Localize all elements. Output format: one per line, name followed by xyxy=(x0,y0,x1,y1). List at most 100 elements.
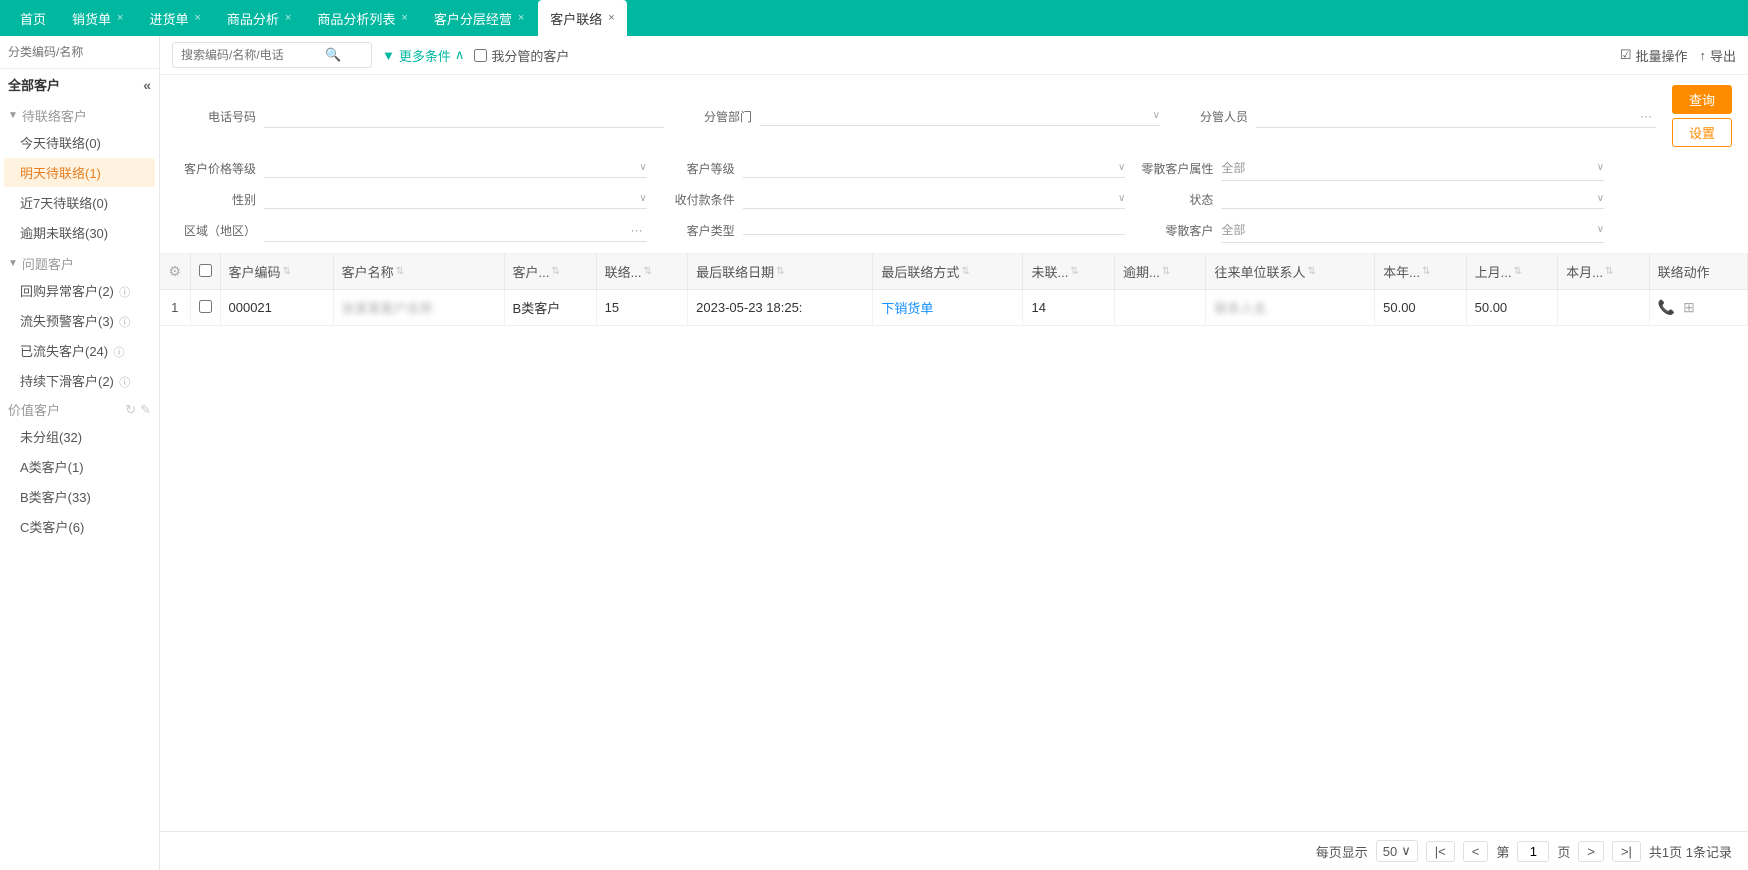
page-number-input[interactable] xyxy=(1517,841,1549,862)
edit-icon[interactable]: ✎ xyxy=(140,402,151,418)
nav-customer-tier-close[interactable]: × xyxy=(518,12,524,24)
refresh-icon[interactable]: ↻ xyxy=(125,402,136,418)
col-gear: ⚙ xyxy=(160,254,190,290)
sidebar-value-icons[interactable]: ↻ ✎ xyxy=(125,402,151,418)
my-customers-checkbox[interactable]: 我分管的客户 xyxy=(474,46,569,65)
nav-goods-analysis-list-close[interactable]: × xyxy=(401,12,407,24)
export-btn[interactable]: ↑ 导出 xyxy=(1699,46,1736,65)
sidebar-item-tomorrow[interactable]: 明天待联络(1) xyxy=(4,158,155,187)
setting-button[interactable]: 设置 xyxy=(1672,118,1732,147)
page-unit: 页 xyxy=(1557,842,1570,861)
col-overdue: 逾期...⇅ xyxy=(1114,254,1206,290)
customer-level-select[interactable]: ∨ xyxy=(743,158,1126,178)
region-dots-icon[interactable]: ··· xyxy=(627,223,647,237)
nav-home[interactable]: 首页 xyxy=(8,0,58,36)
nav-customer-contact-close[interactable]: × xyxy=(608,12,614,24)
filter-search-input[interactable] xyxy=(181,48,321,62)
nav-customer-contact[interactable]: 客户联络 × xyxy=(538,0,626,36)
nav-customer-tier-label: 客户分层经营 xyxy=(434,9,512,28)
retail-attr-value: 全部 xyxy=(1221,159,1245,176)
page-size-select[interactable]: 50 ∨ xyxy=(1376,840,1418,862)
sidebar-group-value-label: 价值客户 xyxy=(8,400,60,419)
nav-purchase-close[interactable]: × xyxy=(194,12,200,24)
retail-attr-select[interactable]: 全部 ∨ xyxy=(1221,155,1604,181)
sidebar-group-value-header: 价值客户 ↻ ✎ xyxy=(0,396,159,421)
nav-purchase[interactable]: 进货单 × xyxy=(137,0,212,36)
top-actions: ☑ 批量操作 ↑ 导出 xyxy=(1620,46,1736,65)
sidebar-group-problem: 问题客户 xyxy=(0,248,159,275)
nav-goods-analysis[interactable]: 商品分析 × xyxy=(215,0,303,36)
sidebar-item-b-class[interactable]: B类客户(33) xyxy=(4,482,155,511)
retail-customer-value: 全部 xyxy=(1221,221,1245,238)
nav-sales[interactable]: 销货单 × xyxy=(60,0,135,36)
sidebar-item-declining[interactable]: 持续下滑客户(2) ⓘ xyxy=(4,366,155,395)
sidebar-item-overdue[interactable]: 逾期未联络(30) xyxy=(4,218,155,247)
row-checkbox[interactable] xyxy=(199,300,212,313)
sidebar-group-problem-label: 问题客户 xyxy=(22,254,74,273)
filter-gender: 性别 ∨ xyxy=(176,189,647,209)
more-conditions-btn[interactable]: ▼ 更多条件 ∧ xyxy=(382,46,464,65)
my-customers-check[interactable] xyxy=(474,49,487,62)
person-select[interactable]: ··· xyxy=(1256,105,1656,128)
nav-goods-analysis-list[interactable]: 商品分析列表 × xyxy=(305,0,419,36)
batch-operation-btn[interactable]: ☑ 批量操作 xyxy=(1620,46,1688,65)
sidebar-item-churned[interactable]: 已流失客户(24) ⓘ xyxy=(4,336,155,365)
table-header-row: ⚙ 客户编码⇅ 客户名称⇅ 客户...⇅ xyxy=(160,254,1748,290)
nav-sales-close[interactable]: × xyxy=(117,12,123,24)
dept-select[interactable]: ∨ xyxy=(760,106,1160,126)
sidebar-item-7days[interactable]: 近7天待联络(0) xyxy=(4,188,155,217)
col-last-contact-date: 最后联络日期⇅ xyxy=(688,254,873,290)
last-method-link[interactable]: 下销货单 xyxy=(881,301,933,316)
nav-home-label: 首页 xyxy=(20,9,46,28)
select-all-checkbox[interactable] xyxy=(199,264,212,277)
query-button[interactable]: 查询 xyxy=(1672,85,1732,114)
prev-page-btn[interactable]: < xyxy=(1463,841,1489,862)
sidebar-item-today[interactable]: 今天待联络(0) xyxy=(4,128,155,157)
my-customers-label: 我分管的客户 xyxy=(491,46,569,65)
person-label: 分管人员 xyxy=(1168,108,1248,125)
next-page-btn[interactable]: > xyxy=(1578,841,1604,862)
row-last-month: 50.00 xyxy=(1466,290,1558,326)
last-page-btn[interactable]: >| xyxy=(1612,841,1641,862)
filter-phone: 电话号码 xyxy=(176,105,664,128)
sidebar-item-a-class[interactable]: A类客户(1) xyxy=(4,452,155,481)
nav-customer-tier[interactable]: 客户分层经营 × xyxy=(422,0,536,36)
sidebar-item-repurchase-abnormal[interactable]: 回购异常客户(2) ⓘ xyxy=(4,276,155,305)
content-area: 🔍 ▼ 更多条件 ∧ 我分管的客户 ☑ 批量操作 ↑ 导出 xyxy=(160,36,1748,870)
filter-search-icon[interactable]: 🔍 xyxy=(325,47,341,63)
nav-goods-analysis-close[interactable]: × xyxy=(285,12,291,24)
first-page-btn[interactable]: |< xyxy=(1426,841,1455,862)
row-actions: 📞 ⊞ xyxy=(1649,290,1747,326)
gear-icon[interactable]: ⚙ xyxy=(168,263,181,279)
col-last-month: 上月...⇅ xyxy=(1466,254,1558,290)
person-dots-icon[interactable]: ··· xyxy=(1636,109,1656,123)
sidebar-search-input[interactable] xyxy=(8,45,160,59)
sidebar-item-c-class[interactable]: C类客户(6) xyxy=(4,512,155,541)
row-contact-count: 15 xyxy=(596,290,688,326)
filter-region: 区域（地区） ··· xyxy=(176,219,647,242)
nav-sales-label: 销货单 xyxy=(72,9,111,28)
dept-caret-icon: ∨ xyxy=(1153,110,1160,121)
filter-price-level: 客户价格等级 ∨ xyxy=(176,158,647,178)
col-name: 客户名称⇅ xyxy=(333,254,504,290)
region-select[interactable]: ··· xyxy=(264,219,647,242)
price-level-select[interactable]: ∨ xyxy=(264,158,647,178)
sidebar-item-churn-warning[interactable]: 流失预警客户(3) ⓘ xyxy=(4,306,155,335)
col-not-contact: 未联...⇅ xyxy=(1023,254,1115,290)
sidebar-all-customers[interactable]: 全部客户 « xyxy=(0,69,159,100)
gender-select[interactable]: ∨ xyxy=(264,189,647,209)
status-select[interactable]: ∨ xyxy=(1221,189,1604,209)
phone-input[interactable] xyxy=(264,105,664,128)
row-checkbox-cell xyxy=(190,290,220,326)
retail-customer-select[interactable]: 全部 ∨ xyxy=(1221,217,1604,243)
sidebar-group-pending-label: 待联络客户 xyxy=(22,106,87,125)
phone-action-icon[interactable]: 📞 xyxy=(1658,299,1675,316)
region-label: 区域（地区） xyxy=(176,222,256,239)
sidebar-collapse-icon[interactable]: « xyxy=(143,77,151,93)
gender-caret-icon: ∨ xyxy=(639,193,646,204)
payment-select[interactable]: ∨ xyxy=(743,189,1126,209)
sidebar-item-ungrouped[interactable]: 未分组(32) xyxy=(4,422,155,451)
col-company-contact: 往来单位联系人⇅ xyxy=(1206,254,1375,290)
customer-type-select[interactable] xyxy=(743,226,1126,235)
qr-action-icon[interactable]: ⊞ xyxy=(1683,299,1695,316)
